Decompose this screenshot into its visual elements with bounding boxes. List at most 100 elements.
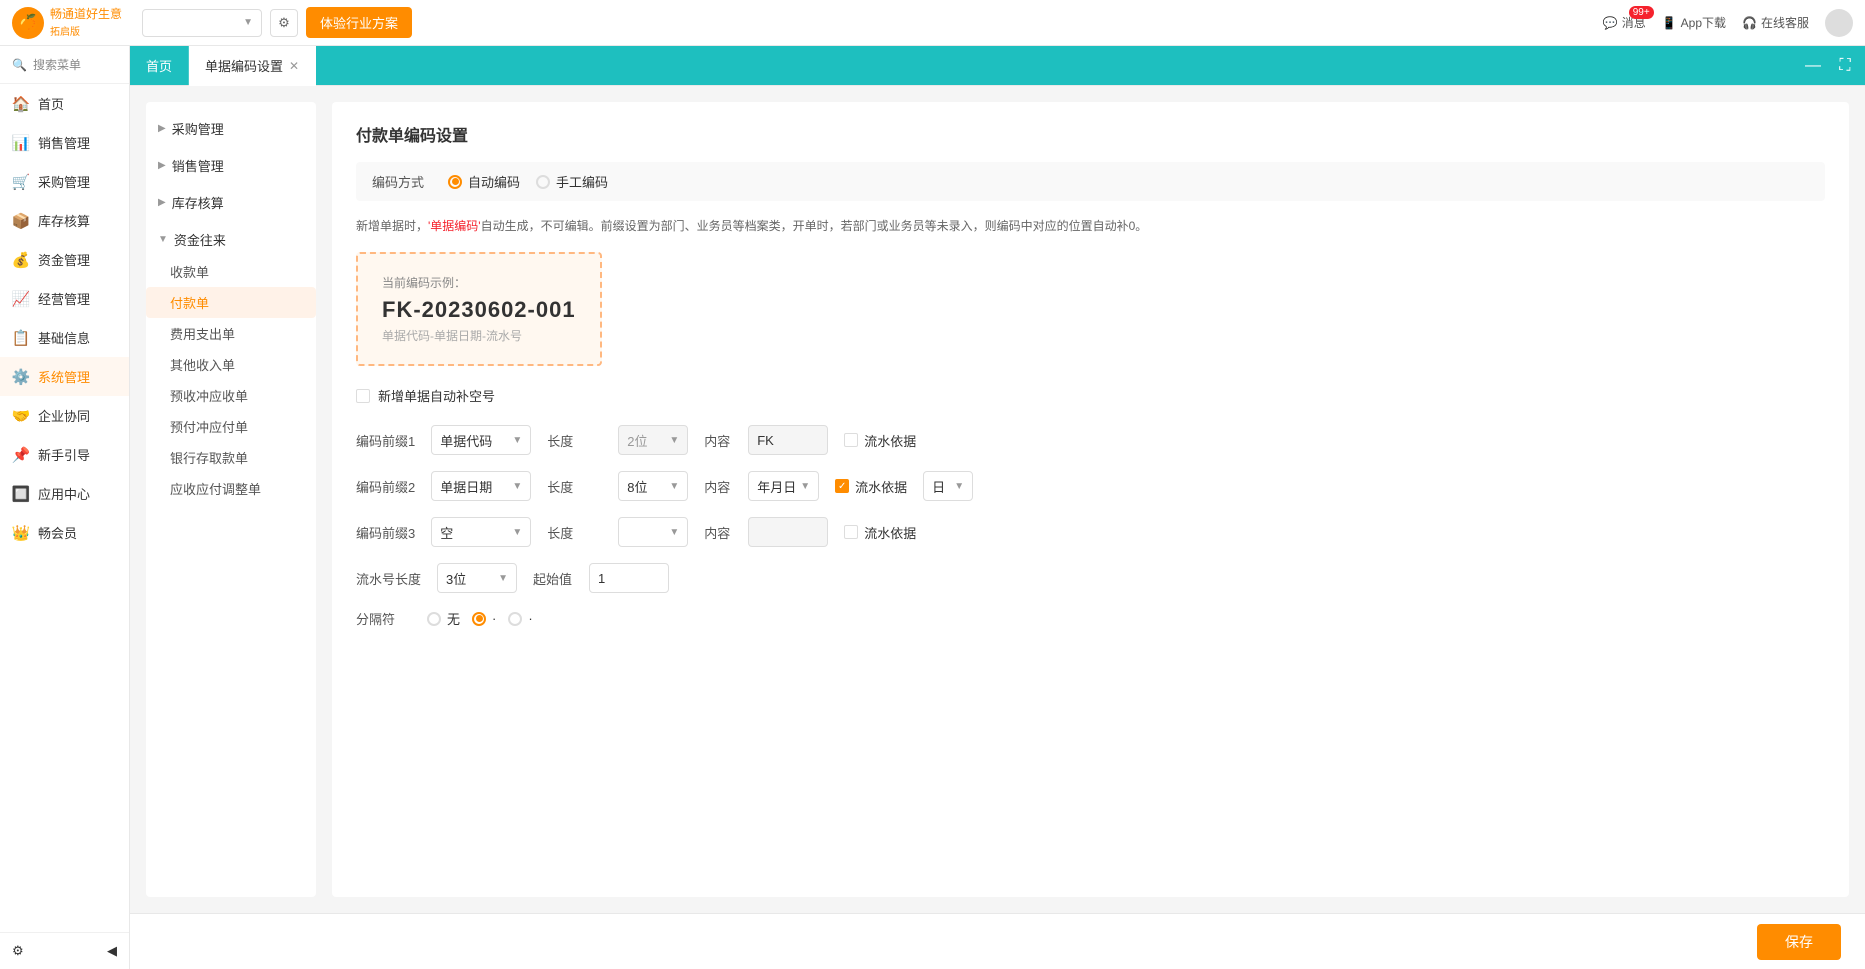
trial-button[interactable]: 体验行业方案 [306,7,412,38]
sidebar-item-operation[interactable]: 📈 经营管理 [0,279,129,318]
serial-length-value: 3位 [446,569,466,588]
prefix3-select[interactable]: 空 ▼ [431,517,531,547]
sub-sidebar-bank[interactable]: 银行存取款单 [146,442,316,473]
serial-length-select[interactable]: 3位 ▼ [437,563,517,593]
sub-sidebar-other-income[interactable]: 其他收入单 [146,349,316,380]
info-emphasis: '单据编码' [428,219,481,233]
member-icon: 👑 [12,524,30,542]
serial3-checkbox[interactable] [844,525,858,539]
content1-value: FK [748,425,828,455]
settings-icon[interactable]: ⚙ [270,9,298,37]
sub-sidebar-expense[interactable]: 费用支出单 [146,318,316,349]
sep-dot-checked [472,612,486,626]
sidebar-collapse-icon[interactable]: ◀ [107,943,117,959]
radio-manual[interactable]: 手工编码 [536,172,608,191]
prefix1-select[interactable]: 单据代码 ▼ [431,425,531,455]
sub-sidebar-inventory[interactable]: ▶ 库存核算 [146,186,316,219]
sub-sidebar-group-purchase: ▶ 采购管理 [146,110,316,147]
message-button[interactable]: 💬 消息 99+ [1603,14,1646,31]
encoding-method-label: 编码方式 [372,172,424,191]
online-service-button[interactable]: 🎧 在线客服 [1742,14,1809,31]
sub-sidebar-pre-payment[interactable]: 预付冲应付单 [146,411,316,442]
sidebar-item-guide[interactable]: 📌 新手引导 [0,435,129,474]
app-download-button[interactable]: 📱 App下载 [1662,14,1726,31]
tab-encoding-settings[interactable]: 单据编码设置 ✕ [189,46,316,86]
sidebar-item-purchase[interactable]: 🛒 采购管理 [0,162,129,201]
length1-select[interactable]: 2位 ▼ [618,425,688,455]
tab-minimize-icon[interactable]: — [1801,54,1825,78]
tab-close-icon[interactable]: ✕ [289,59,299,73]
length3-select[interactable]: ▼ [618,517,688,547]
sep-dot[interactable]: · [472,611,496,626]
sidebar-search[interactable]: 🔍 搜索菜单 [0,46,129,84]
sub-sidebar-purchase[interactable]: ▶ 采购管理 [146,112,316,145]
code-preview-sub: 单据代码-单据日期-流水号 [382,327,576,344]
code-preview-box: 当前编码示例： FK-20230602-001 单据代码-单据日期-流水号 [356,252,602,366]
start-value-input[interactable] [589,563,669,593]
sidebar-item-finance[interactable]: 💰 资金管理 [0,240,129,279]
sidebar-item-home[interactable]: 🏠 首页 [0,84,129,123]
top-bar: 🍊 畅通道好生意 拓启版 ▼ ⚙ 体验行业方案 💬 消息 99+ 📱 App下载… [0,0,1865,46]
length1-label: 长度 [547,431,602,450]
tab-home-label: 首页 [146,56,172,75]
sidebar-item-sales[interactable]: 📊 销售管理 [0,123,129,162]
serial1-checkbox[interactable] [844,433,858,447]
sidebar-item-enterprise[interactable]: 🤝 企业协同 [0,396,129,435]
sep-none[interactable]: 无 [427,609,460,628]
sidebar-item-label-purchase: 采购管理 [38,172,90,191]
form-row-prefix1: 编码前缀1 单据代码 ▼ 长度 2位 ▼ 内容 FK 流水依据 [356,425,1825,455]
avatar[interactable] [1825,9,1853,37]
prefix1-value: 单据代码 [440,431,492,450]
sub-sidebar-payment[interactable]: 付款单 [146,287,316,318]
save-button[interactable]: 保存 [1757,924,1841,960]
dropdown-arrow-icon: ▼ [243,17,253,28]
topbar-dropdown[interactable]: ▼ [142,9,262,37]
app-download-label: App下载 [1681,14,1726,31]
radio-auto[interactable]: 自动编码 [448,172,520,191]
encoding-method-radio-group: 自动编码 手工编码 [448,172,608,191]
content3-label: 内容 [704,523,732,542]
search-icon: 🔍 [12,58,27,72]
length2-select[interactable]: 8位 ▼ [618,471,688,501]
content2-arrow-icon: ▼ [800,481,810,492]
sidebar-item-member[interactable]: 👑 畅会员 [0,513,129,552]
sub-sidebar-capital[interactable]: ▼ 资金往来 [146,223,316,256]
sub-sidebar-adjustment[interactable]: 应收应付调整单 [146,473,316,504]
sub-sidebar-pre-receipt[interactable]: 预收冲应收单 [146,380,316,411]
length2-arrow-icon: ▼ [669,481,679,492]
sub-sidebar-group-capital: ▼ 资金往来 收款单 付款单 费用支出单 其他收入单 预收冲应收单 预付冲应付单… [146,221,316,506]
sidebar-item-inventory[interactable]: 📦 库存核算 [0,201,129,240]
serial3-label: 流水依据 [864,523,916,542]
bottom-bar: 保存 [130,913,1865,969]
sidebar-item-label-apps: 应用中心 [38,484,90,503]
sidebar-item-label-member: 畅会员 [38,523,77,542]
sidebar-item-system[interactable]: ⚙️ 系统管理 [0,357,129,396]
checkbox-row-auto-fill: 新增单据自动补空号 [356,386,1825,405]
sidebar-item-basic[interactable]: 📋 基础信息 [0,318,129,357]
sub-sidebar-group-sales: ▶ 销售管理 [146,147,316,184]
sidebar-item-label-operation: 经营管理 [38,289,90,308]
sep-dot2[interactable]: · [508,611,532,626]
sub-sidebar-inventory-label: 库存核算 [172,193,224,212]
serial-row: 流水号长度 3位 ▼ 起始值 [356,563,1825,593]
tab-home[interactable]: 首页 [130,46,189,86]
sub-sidebar-sales[interactable]: ▶ 销售管理 [146,149,316,182]
serial-length-arrow-icon: ▼ [498,573,508,584]
content2-label: 内容 [704,477,732,496]
checkbox-auto-fill[interactable] [356,389,370,403]
content1-label: 内容 [704,431,732,450]
code-preview-value: FK-20230602-001 [382,297,576,323]
prefix3-value: 空 [440,523,453,542]
sub-sidebar-receipt[interactable]: 收款单 [146,256,316,287]
sidebar-settings-icon[interactable]: ⚙ [12,943,24,959]
sidebar-item-apps[interactable]: 🔲 应用中心 [0,474,129,513]
period-select[interactable]: 日 ▼ [923,471,973,501]
sub-sidebar-capital-label: 资金往来 [174,230,226,249]
serial2-checkbox[interactable]: ✓ [835,479,849,493]
sep-dot-label: · [492,611,496,626]
layout: 🔍 搜索菜单 🏠 首页 📊 销售管理 🛒 采购管理 📦 库存核算 💰 资金管理 … [0,46,1865,969]
tab-maximize-icon[interactable]: ⛶ [1833,54,1857,78]
content2-select[interactable]: 年月日 ▼ [748,471,819,501]
prefix2-select[interactable]: 单据日期 ▼ [431,471,531,501]
separator-radio-group: 无 · · [427,609,533,628]
